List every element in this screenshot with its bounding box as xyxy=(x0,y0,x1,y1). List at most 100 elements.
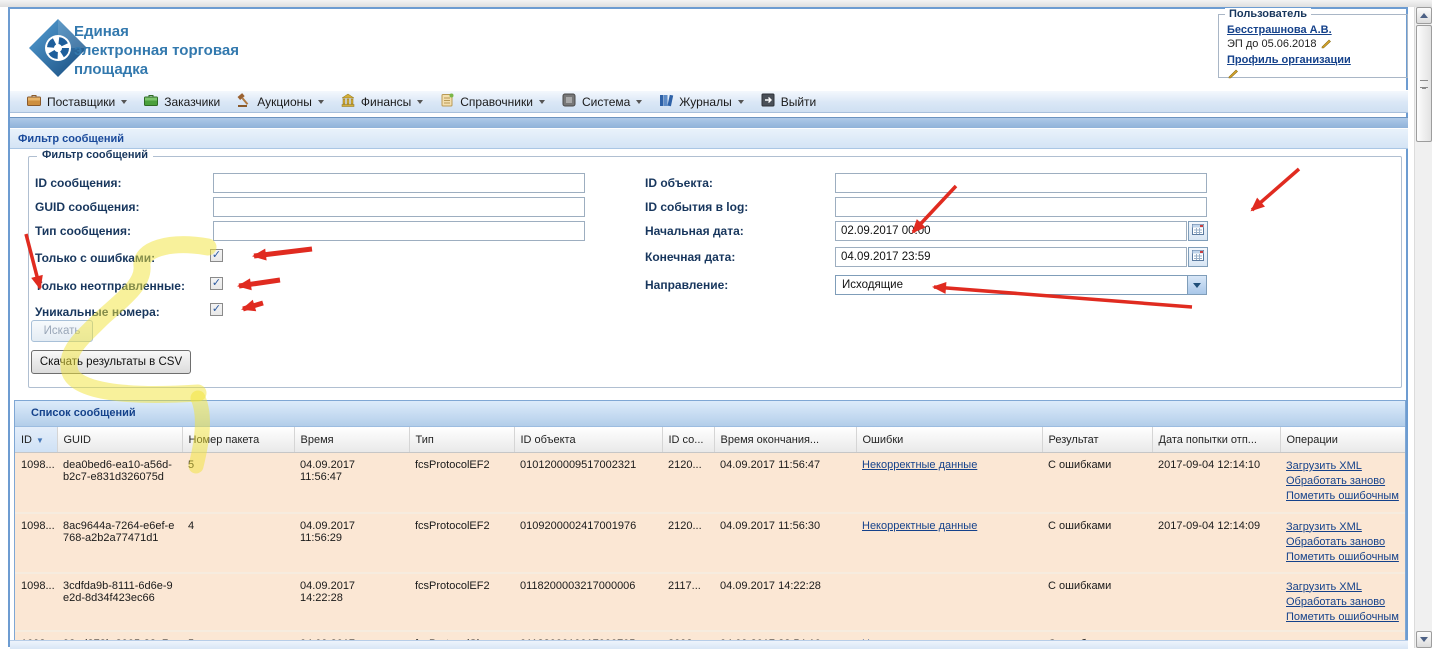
page-title: Фильтр сообщений xyxy=(18,133,125,145)
checkbox-label: Только неотправленные: xyxy=(35,279,185,293)
column-header-label: GUID xyxy=(63,433,92,446)
field-row-end-date: Конечная дата: xyxy=(645,247,1245,269)
checkbox-only-unsent[interactable]: ✓ xyxy=(210,277,223,290)
errors-link[interactable]: Некорректные данные xyxy=(862,459,977,471)
select-value: Исходящие xyxy=(842,279,903,291)
menu-item-journals[interactable]: Журналы xyxy=(650,90,751,113)
filter-fieldset: Фильтр сообщений ID сообщения: GUID сообщ… xyxy=(28,149,1402,388)
operation-link[interactable]: Обработать заново xyxy=(1286,535,1399,550)
gavel-icon xyxy=(236,92,252,111)
column-header-result[interactable]: Результат xyxy=(1042,427,1153,453)
column-header-time[interactable]: Время xyxy=(294,427,410,453)
column-header-label: Результат xyxy=(1048,433,1099,446)
pencil-icon[interactable] xyxy=(1227,67,1239,83)
org-profile-link[interactable]: Профиль организации xyxy=(1227,54,1351,66)
operation-link[interactable]: Загрузить XML xyxy=(1286,580,1399,595)
main-menu: Поставщики Заказчики Аукционы Финансы Справо… xyxy=(10,90,1408,113)
log-event-id-input[interactable] xyxy=(835,197,1207,217)
menu-item-finance[interactable]: Финансы xyxy=(332,90,431,113)
cell-result: С ошибками xyxy=(1042,512,1152,574)
column-header-type[interactable]: Тип xyxy=(409,427,515,453)
column-header-label: ID xyxy=(21,433,32,446)
chevron-down-icon xyxy=(636,99,643,104)
direction-select[interactable]: Исходящие xyxy=(835,275,1207,295)
message-type-input[interactable] xyxy=(213,221,585,241)
menu-item-suppliers[interactable]: Поставщики xyxy=(18,90,135,113)
scroll-down-button[interactable] xyxy=(1416,631,1432,648)
journals-icon xyxy=(658,92,674,111)
calendar-button[interactable] xyxy=(1188,247,1208,267)
search-button[interactable]: Искать xyxy=(31,320,93,342)
sort-desc-icon: ▼ xyxy=(36,435,44,445)
user-name-link[interactable]: Бесстрашнова А.В. xyxy=(1227,24,1332,36)
column-header-label: ID со... xyxy=(668,433,704,446)
cell-type: fcsProtocolEF2 xyxy=(409,512,514,574)
column-header-operations[interactable]: Операции xyxy=(1280,427,1405,453)
object-id-input[interactable] xyxy=(835,173,1207,193)
column-header-id-so[interactable]: ID со... xyxy=(662,427,715,453)
menu-item-directories[interactable]: Справочники xyxy=(431,90,553,113)
field-row-object-id: ID объекта: xyxy=(645,173,1245,195)
scroll-up-button[interactable] xyxy=(1416,7,1432,24)
pencil-icon[interactable] xyxy=(1320,37,1332,53)
field-label: Конечная дата: xyxy=(645,250,736,264)
download-csv-button[interactable]: Скачать результаты в CSV xyxy=(31,350,191,374)
checkbox-row-unique-numbers: Уникальные номера: ✓ xyxy=(35,302,435,324)
menu-item-label: Журналы xyxy=(679,94,732,109)
operation-link[interactable]: Загрузить XML xyxy=(1286,520,1399,535)
column-header-label: Номер пакета xyxy=(188,433,260,446)
cell-id-so: 2117... xyxy=(662,572,714,632)
checkbox-unique-numbers[interactable]: ✓ xyxy=(210,303,223,316)
user-panel: Пользователь Бесстрашнова А.В. ЭП до 05.… xyxy=(1218,8,1408,79)
column-header-label: Дата попытки отп... xyxy=(1158,433,1257,446)
operation-link[interactable]: Загрузить XML xyxy=(1286,459,1399,474)
start-date-input[interactable] xyxy=(835,221,1187,241)
field-row-direction: Направление: Исходящие xyxy=(645,275,1245,297)
column-header-guid[interactable]: GUID xyxy=(57,427,183,453)
field-label: Начальная дата: xyxy=(645,224,744,238)
operation-link[interactable]: Пометить ошибочным xyxy=(1286,610,1399,625)
column-header-end-time[interactable]: Время окончания... xyxy=(714,427,857,453)
messages-table: ID ▼ GUID Номер пакета Время Тип ID объекта ID … xyxy=(15,427,1405,647)
column-header-packet-number[interactable]: Номер пакета xyxy=(182,427,295,453)
checkbox-row-only-errors: Только с ошибками: ✓ xyxy=(35,248,435,270)
chevron-down-icon[interactable] xyxy=(1187,276,1206,294)
menu-item-customers[interactable]: Заказчики xyxy=(135,90,228,113)
page-scrollbar[interactable] xyxy=(1414,7,1432,648)
table-header-row: ID ▼ GUID Номер пакета Время Тип ID объекта ID … xyxy=(15,427,1405,453)
column-header-object-id[interactable]: ID объекта xyxy=(514,427,663,453)
calendar-icon xyxy=(1192,222,1204,240)
column-header-label: Операции xyxy=(1286,433,1338,446)
menu-item-label: Финансы xyxy=(360,94,412,109)
operation-link[interactable]: Пометить ошибочным xyxy=(1286,489,1399,504)
logo-line-1: Единая xyxy=(74,23,129,40)
menu-item-auctions[interactable]: Аукционы xyxy=(228,90,332,113)
column-header-errors[interactable]: Ошибки xyxy=(856,427,1043,453)
bank-icon xyxy=(340,92,356,111)
checkbox-row-only-unsent: Только неотправленные: ✓ xyxy=(35,276,435,298)
column-header-id[interactable]: ID ▼ xyxy=(15,427,58,453)
operation-link[interactable]: Пометить ошибочным xyxy=(1286,550,1399,565)
scrollbar-thumb[interactable] xyxy=(1416,25,1432,142)
column-header-attempt-date[interactable]: Дата попытки отп... xyxy=(1152,427,1281,453)
header-divider-strip xyxy=(10,117,1408,129)
calendar-button[interactable] xyxy=(1188,221,1208,241)
cell-operations: Загрузить XML Обработать заново Пометить о… xyxy=(1280,512,1405,574)
cell-type: fcsProtocolEF2 xyxy=(409,452,514,514)
messages-panel: Список сообщений ID ▼ GUID Номер пакета Врем… xyxy=(14,400,1406,648)
checkbox-label: Только с ошибками: xyxy=(35,251,156,265)
menu-item-label: Заказчики xyxy=(164,94,221,109)
cell-packet-number: 5 xyxy=(182,452,294,514)
message-id-input[interactable] xyxy=(213,173,585,193)
message-guid-input[interactable] xyxy=(213,197,585,217)
errors-link[interactable]: Некорректные данные xyxy=(862,520,977,532)
operation-link[interactable]: Обработать заново xyxy=(1286,474,1399,489)
menu-item-system[interactable]: Система xyxy=(553,90,650,113)
cell-errors: Некорректные данные xyxy=(856,512,1042,574)
cell-id-so: 2120... xyxy=(662,452,714,514)
cell-guid: dea0bed6-ea10-a56d-b2c7-e831d326075d xyxy=(57,452,182,514)
end-date-input[interactable] xyxy=(835,247,1187,267)
checkbox-only-errors[interactable]: ✓ xyxy=(210,249,223,262)
menu-item-logout[interactable]: Выйти xyxy=(752,90,825,113)
operation-link[interactable]: Обработать заново xyxy=(1286,595,1399,610)
